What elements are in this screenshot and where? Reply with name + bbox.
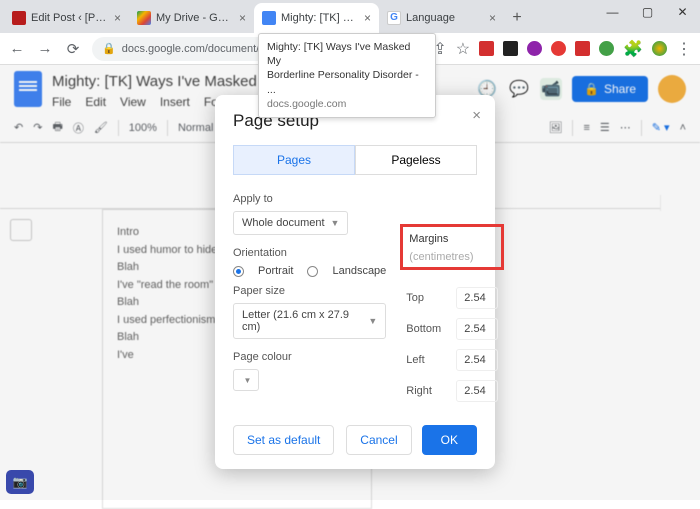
margin-right-label: Right bbox=[406, 385, 446, 397]
ext-icon[interactable] bbox=[527, 41, 542, 56]
browser-tabstrip: Edit Post ‹ [PI] How × My Drive - Google… bbox=[0, 0, 700, 33]
tab-title: Language bbox=[406, 12, 484, 24]
reload-button[interactable]: ⟳ bbox=[64, 40, 82, 58]
maximize-button[interactable]: ▢ bbox=[630, 0, 665, 24]
star-icon[interactable]: ☆ bbox=[456, 39, 470, 59]
cancel-button[interactable]: Cancel bbox=[346, 425, 411, 455]
margin-left-label: Left bbox=[406, 354, 446, 366]
orientation-label: Orientation bbox=[233, 247, 386, 259]
margin-top-label: Top bbox=[406, 292, 446, 304]
browser-tab-active[interactable]: Mighty: [TK] Ways × bbox=[254, 3, 379, 33]
paper-size-label: Paper size bbox=[233, 285, 386, 297]
margin-bottom-label: Bottom bbox=[406, 323, 446, 335]
new-tab-button[interactable]: + bbox=[504, 3, 530, 33]
radio-landscape[interactable] bbox=[307, 266, 318, 277]
ok-button[interactable]: OK bbox=[422, 425, 477, 455]
page-colour-select[interactable]: ▼ bbox=[233, 369, 259, 391]
extensions-icon[interactable]: 🧩 bbox=[623, 39, 643, 59]
margin-left-input[interactable]: 2.54 bbox=[456, 349, 498, 371]
close-icon[interactable]: × bbox=[489, 11, 496, 25]
menu-icon[interactable]: ⋮ bbox=[676, 39, 692, 59]
radio-portrait[interactable] bbox=[233, 266, 244, 277]
close-icon[interactable]: × bbox=[364, 11, 371, 25]
margins-label: Margins bbox=[409, 233, 448, 245]
ext-icon[interactable] bbox=[575, 41, 590, 56]
apply-to-label: Apply to bbox=[233, 193, 386, 205]
minimize-button[interactable]: — bbox=[595, 0, 630, 24]
tooltip-line: Borderline Personality Disorder - ... bbox=[267, 68, 427, 96]
margin-right-input[interactable]: 2.54 bbox=[456, 380, 498, 402]
tab-tooltip: Mighty: [TK] Ways I've Masked My Borderl… bbox=[258, 33, 436, 118]
extensions: ⇪ ☆ 🧩 ⋮ bbox=[433, 39, 692, 59]
apply-to-select[interactable]: Whole document▼ bbox=[233, 211, 348, 235]
close-icon[interactable]: × bbox=[239, 11, 246, 25]
page-colour-label: Page colour bbox=[233, 351, 386, 363]
url-text: docs.google.com/document/d/ bbox=[122, 43, 269, 55]
tab-title: My Drive - Google bbox=[156, 12, 234, 24]
chevron-down-icon: ▼ bbox=[331, 218, 340, 228]
close-icon[interactable]: × bbox=[472, 107, 481, 124]
browser-tab[interactable]: Edit Post ‹ [PI] How × bbox=[4, 3, 129, 33]
margin-top-input[interactable]: 2.54 bbox=[456, 287, 498, 309]
favicon bbox=[137, 11, 151, 25]
tab-title: Edit Post ‹ [PI] How bbox=[31, 12, 109, 24]
favicon bbox=[262, 11, 276, 25]
ext-icon[interactable] bbox=[599, 41, 614, 56]
chevron-down-icon: ▼ bbox=[244, 376, 252, 385]
chevron-down-icon: ▼ bbox=[368, 316, 377, 326]
tab-title: Mighty: [TK] Ways bbox=[281, 12, 359, 24]
close-window-button[interactable]: ✕ bbox=[665, 0, 700, 24]
forward-button[interactable]: → bbox=[36, 40, 54, 57]
margins-unit: (centimetres) bbox=[409, 251, 473, 263]
margins-heading-highlight: Margins (centimetres) bbox=[400, 224, 504, 270]
page-setup-dialog: Page setup × Pages Pageless Apply to Who… bbox=[215, 95, 495, 469]
favicon bbox=[12, 11, 26, 25]
recording-widget[interactable]: 📷 bbox=[6, 470, 34, 494]
tab-pages[interactable]: Pages bbox=[233, 145, 355, 175]
lock-icon: 🔒 bbox=[102, 42, 116, 55]
profile-avatar[interactable] bbox=[652, 41, 667, 56]
browser-tab[interactable]: G Language × bbox=[379, 3, 504, 33]
ext-icon[interactable] bbox=[503, 41, 518, 56]
tab-pageless[interactable]: Pageless bbox=[355, 145, 477, 175]
browser-tab[interactable]: My Drive - Google × bbox=[129, 3, 254, 33]
margin-bottom-input[interactable]: 2.54 bbox=[456, 318, 498, 340]
ext-icon[interactable] bbox=[479, 41, 494, 56]
favicon: G bbox=[387, 11, 401, 25]
paper-size-select[interactable]: Letter (21.6 cm x 27.9 cm)▼ bbox=[233, 303, 386, 339]
ext-icon[interactable] bbox=[551, 41, 566, 56]
back-button[interactable]: ← bbox=[8, 40, 26, 57]
tooltip-domain: docs.google.com bbox=[267, 97, 427, 111]
set-as-default-button[interactable]: Set as default bbox=[233, 425, 334, 455]
tooltip-line: Mighty: [TK] Ways I've Masked My bbox=[267, 40, 427, 68]
close-icon[interactable]: × bbox=[114, 11, 121, 25]
